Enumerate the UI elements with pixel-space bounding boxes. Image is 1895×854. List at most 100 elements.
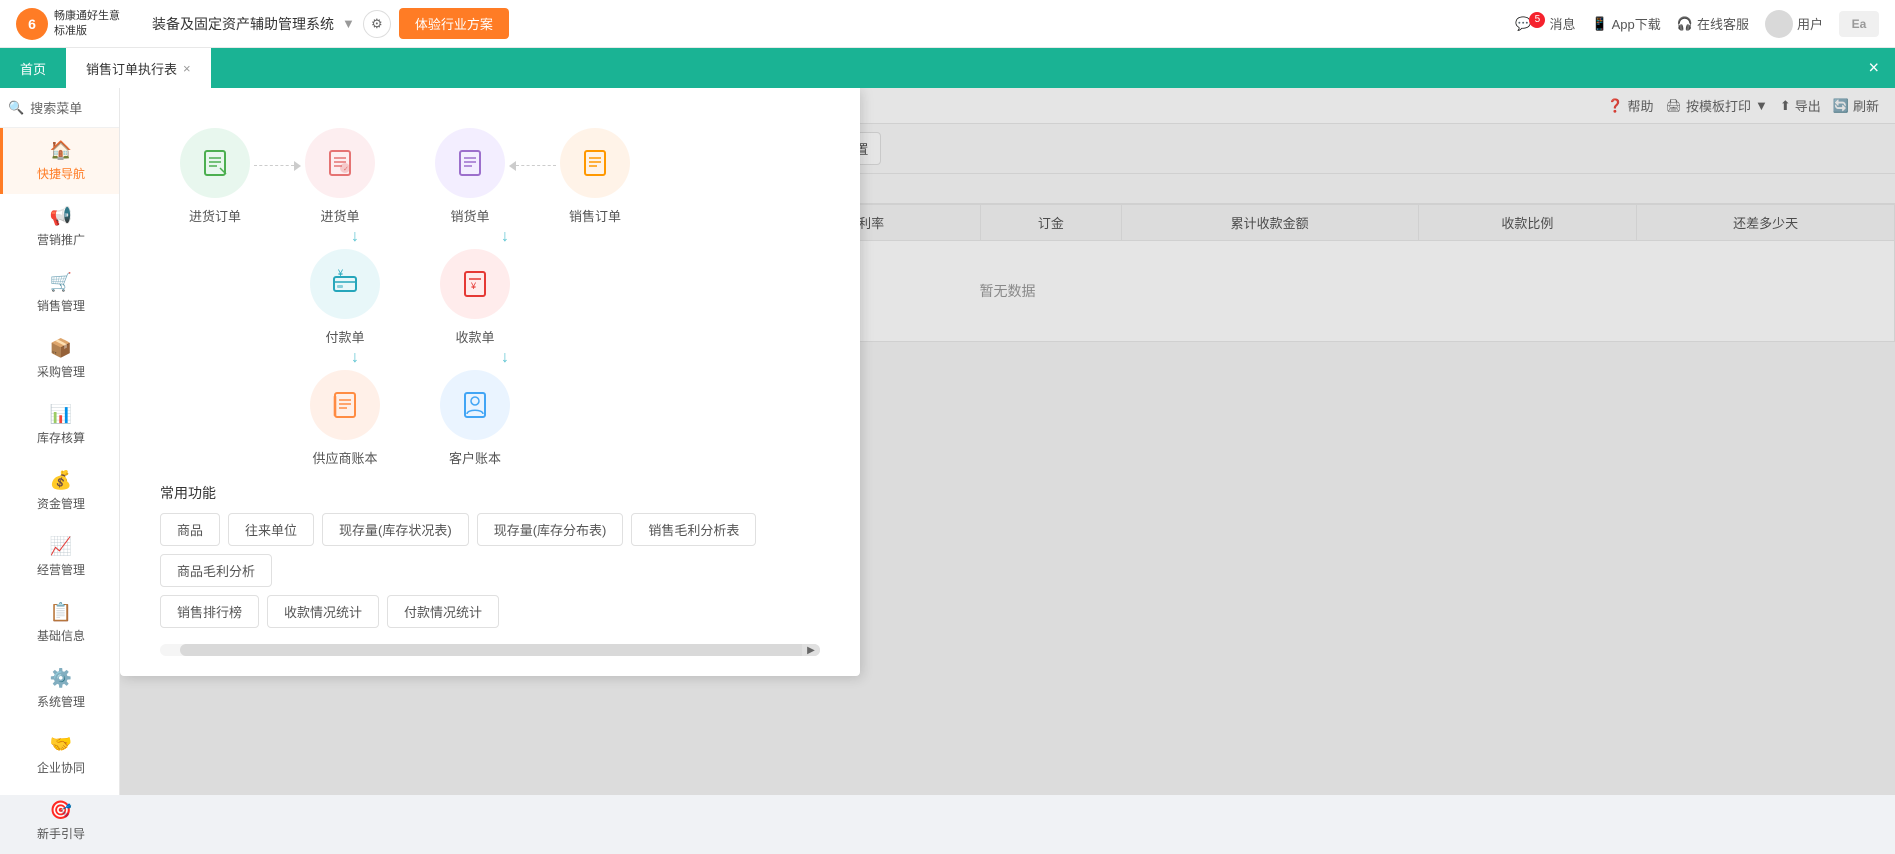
down-arrow-receipt: ↓: [460, 346, 550, 370]
header-middle: 装备及固定资产辅助管理系统 ▼ ⚙ 体验行业方案: [136, 8, 1515, 39]
common-functions-title: 常用功能: [160, 483, 820, 503]
sales-order-icon: [580, 148, 610, 178]
sidebar-item-basic-info[interactable]: 📋 基础信息: [0, 590, 119, 656]
ea-badge: Ea: [1839, 11, 1879, 37]
user-menu[interactable]: 用户: [1765, 10, 1823, 38]
flow-diagram: 进货订单: [160, 118, 820, 225]
cf-btn-stock-status[interactable]: 现存量(库存状况表): [322, 513, 469, 546]
cf-btn-receipt-stats[interactable]: 收款情况统计: [267, 595, 379, 628]
sales-bill-icon: [455, 148, 485, 178]
flow-modal: 进货订单: [120, 88, 860, 676]
scroll-right-arrow[interactable]: ▶: [802, 644, 820, 656]
flow-down-arrows-row: ↓ ↓: [160, 225, 820, 249]
search-menu[interactable]: 🔍 搜索菜单: [0, 88, 119, 128]
common-function-buttons-2: 销售排行榜 收款情况统计 付款情况统计: [160, 595, 820, 628]
down-arrow-sales: ↓: [460, 225, 550, 249]
basic-info-icon: 📋: [50, 602, 72, 623]
down-arrow-purchase: ↓: [310, 225, 400, 249]
flow-row-2: ¥ 付款单 ¥: [160, 249, 820, 346]
content-area: ❓ 帮助 🖨 按模板打印 ▼ ⬆ 导出 🔄 刷新 📅 — 📅 单据状: [120, 88, 1895, 795]
app-download-button[interactable]: 📱 App下载: [1591, 14, 1660, 33]
cf-btn-sales-rank[interactable]: 销售排行榜: [160, 595, 259, 628]
tab-close-icon[interactable]: ×: [183, 61, 191, 76]
system-title: 装备及固定资产辅助管理系统: [152, 14, 334, 34]
marketing-icon: 📢: [50, 206, 72, 227]
tab-bar: 首页 销售订单执行表 × ×: [0, 48, 1895, 88]
online-service-button[interactable]: 🎧 在线客服: [1677, 14, 1749, 33]
logo-text: 畅康通好生意 标准版: [54, 9, 120, 38]
search-icon: 🔍: [8, 100, 24, 116]
phone-icon: 📱: [1591, 16, 1607, 32]
top-header: 6 畅康通好生意 标准版 装备及固定资产辅助管理系统 ▼ ⚙ 体验行业方案 💬 …: [0, 0, 1895, 48]
cf-btn-goods-profit[interactable]: 商品毛利分析: [160, 554, 272, 587]
finance-icon: 💰: [50, 470, 72, 491]
customer-ledger-circle: [440, 370, 510, 440]
receipt-bill-circle: ¥: [440, 249, 510, 319]
sidebar-item-finance[interactable]: 💰 资金管理: [0, 458, 119, 524]
purchase-order-icon: [200, 148, 230, 178]
enterprise-icon: 🤝: [50, 734, 72, 755]
purchase-bill-icon: ✓: [325, 148, 355, 178]
close-all-icon[interactable]: ×: [1868, 58, 1879, 79]
common-functions-section: 常用功能 商品 往来单位 现存量(库存状况表) 现存量(库存分布表) 销售毛利分…: [160, 483, 820, 628]
dropdown-icon[interactable]: ▼: [342, 16, 355, 31]
modal-scrollbar[interactable]: ▶: [160, 644, 820, 656]
logo-icon: 6: [16, 8, 48, 40]
sidebar-item-system[interactable]: ⚙️ 系统管理: [0, 656, 119, 722]
cf-btn-goods[interactable]: 商品: [160, 513, 220, 546]
supplier-ledger-icon: [330, 390, 360, 420]
sidebar-item-inventory[interactable]: 📊 库存核算: [0, 392, 119, 458]
flow-purchase-bill[interactable]: ✓ 进货单: [305, 128, 375, 225]
sidebar-item-sales[interactable]: 🛒 销售管理: [0, 260, 119, 326]
sidebar-item-purchase[interactable]: 📦 采购管理: [0, 326, 119, 392]
flow-purchase-order[interactable]: 进货订单: [180, 128, 250, 225]
main-layout: 🔍 搜索菜单 🏠 快捷导航 📢 营销推广 🛒 销售管理 📦 采购管理 📊 库存核…: [0, 88, 1895, 795]
svg-text:¥: ¥: [470, 281, 477, 291]
message-badge: 5: [1529, 12, 1545, 28]
logo-area: 6 畅康通好生意 标准版: [16, 8, 136, 40]
purchase-bill-circle: ✓: [305, 128, 375, 198]
sidebar-item-newbie[interactable]: 🎯 新手引导: [0, 788, 119, 854]
flow-customer-ledger[interactable]: 客户账本: [440, 370, 510, 467]
flow-payment-bill[interactable]: ¥ 付款单: [310, 249, 380, 346]
sidebar-item-marketing[interactable]: 📢 营销推广: [0, 194, 119, 260]
payment-bill-circle: ¥: [310, 249, 380, 319]
cf-btn-stock-dist[interactable]: 现存量(库存分布表): [477, 513, 624, 546]
arrow-purchase-to-bill: [254, 161, 301, 171]
flow-receipt-bill[interactable]: ¥ 收款单: [440, 249, 510, 346]
tab-sales-execution[interactable]: 销售订单执行表 ×: [66, 48, 211, 88]
sidebar-item-quick-nav[interactable]: 🏠 快捷导航: [0, 128, 119, 194]
payment-icon: ¥: [330, 269, 360, 299]
cf-btn-payment-stats[interactable]: 付款情况统计: [387, 595, 499, 628]
message-button[interactable]: 💬 5 消息: [1515, 14, 1575, 33]
arrow-sales-order-to-bill: [509, 161, 556, 171]
receipt-icon: ¥: [460, 269, 490, 299]
purchase-order-circle: [180, 128, 250, 198]
down-arrow-payment: ↓: [310, 346, 400, 370]
purchase-icon: 📦: [50, 338, 72, 359]
svg-text:¥: ¥: [337, 269, 344, 278]
flow-sales-bill[interactable]: 销货单: [435, 128, 505, 225]
inventory-icon: 📊: [50, 404, 72, 425]
flow-sales-order[interactable]: 销售订单: [560, 128, 630, 225]
cf-btn-contacts[interactable]: 往来单位: [228, 513, 314, 546]
headset-icon: 🎧: [1677, 16, 1693, 32]
sales-order-circle: [560, 128, 630, 198]
experience-button[interactable]: 体验行业方案: [399, 8, 509, 39]
flow-supplier-ledger[interactable]: 供应商账本: [310, 370, 380, 467]
cf-btn-sales-profit[interactable]: 销售毛利分析表: [631, 513, 756, 546]
common-function-buttons: 商品 往来单位 现存量(库存状况表) 现存量(库存分布表) 销售毛利分析表 商品…: [160, 513, 820, 587]
settings-button[interactable]: ⚙: [363, 10, 391, 38]
flow-row-1: 进货订单: [180, 128, 630, 225]
sidebar-item-enterprise[interactable]: 🤝 企业协同: [0, 722, 119, 788]
customer-ledger-icon: [460, 390, 490, 420]
tab-home[interactable]: 首页: [0, 48, 66, 88]
home-icon: 🏠: [50, 140, 72, 161]
sidebar: 🔍 搜索菜单 🏠 快捷导航 📢 营销推广 🛒 销售管理 📦 采购管理 📊 库存核…: [0, 88, 120, 795]
sidebar-item-operations[interactable]: 📈 经营管理: [0, 524, 119, 590]
sales-bill-circle: [435, 128, 505, 198]
modal-overlay: 进货订单: [120, 88, 1895, 795]
avatar: [1765, 10, 1793, 38]
header-right: 💬 5 消息 📱 App下载 🎧 在线客服 用户 Ea: [1515, 10, 1879, 38]
newbie-icon: 🎯: [50, 800, 72, 821]
